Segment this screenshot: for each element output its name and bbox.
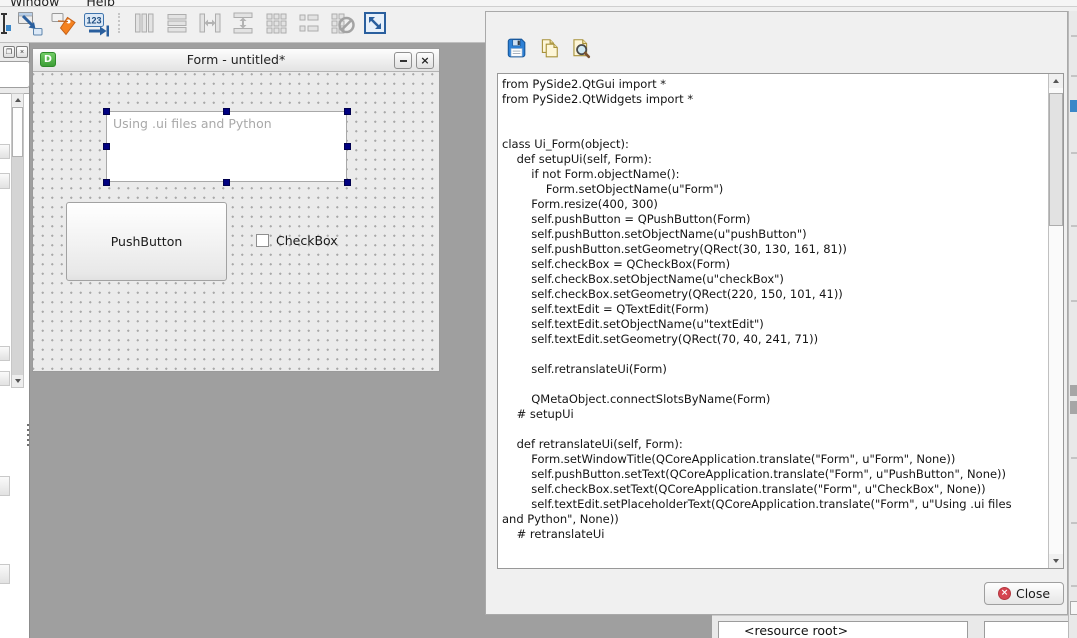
form-editor-window: D Form - untitled* × Using .ui files and… — [32, 48, 440, 372]
save-button[interactable] — [504, 37, 528, 61]
scrollbar-track[interactable] — [12, 157, 23, 376]
edit-buddies-icon — [49, 9, 77, 37]
edit-buddies-button[interactable] — [49, 9, 77, 37]
resource-browser-dock: <resource root> — [712, 615, 1077, 638]
close-icon: × — [998, 587, 1011, 600]
adjust-size-icon — [361, 9, 389, 37]
menu-item-window[interactable]: Window — [10, 0, 59, 7]
code-view[interactable]: from PySide2.QtGui import * from PySide2… — [497, 73, 1064, 569]
menu-bar: Window Help — [0, 0, 1077, 7]
form-canvas[interactable]: Using .ui files and Python PushButton Ch… — [33, 72, 439, 371]
selection-handle-mid-right[interactable] — [344, 143, 351, 150]
save-icon — [505, 37, 527, 59]
edit-signals-slots-button[interactable] — [16, 9, 44, 37]
right-edge-panel — [1068, 11, 1077, 638]
form-window-close-button[interactable]: × — [416, 52, 434, 69]
adjust-size-button[interactable] — [361, 9, 389, 37]
code-scroll-up-button[interactable] — [1049, 74, 1063, 88]
form-window-title: Form - untitled* — [33, 52, 439, 67]
code-scroll-down-button[interactable] — [1049, 554, 1063, 568]
selection-handle-mid-left[interactable] — [103, 143, 110, 150]
resource-root-item[interactable]: <resource root> — [718, 621, 968, 638]
widget-list-item[interactable] — [0, 173, 10, 189]
layout-horizontal-icon — [130, 9, 158, 37]
layout-horizontal-button[interactable] — [130, 9, 158, 37]
selection-handle-bottom-left[interactable] — [103, 179, 110, 186]
checkbox-box — [256, 234, 269, 247]
qt-designer-main-window: Window Help — [0, 0, 1077, 638]
checkbox-label: CheckBox — [276, 233, 338, 248]
edit-tab-order-icon: 123 — [82, 9, 110, 37]
layout-form-icon — [295, 9, 323, 37]
edit-widgets-button[interactable] — [0, 9, 12, 37]
widget-list-item[interactable] — [0, 371, 10, 386]
resource-preview-panel[interactable] — [984, 621, 1077, 638]
edit-tab-order-button[interactable]: 123 — [82, 9, 110, 37]
edit-widgets-icon — [0, 9, 12, 37]
layout-vertical-icon — [163, 9, 191, 37]
find-button[interactable] — [568, 37, 592, 61]
code-text: from PySide2.QtGui import * from PySide2… — [498, 74, 1063, 542]
layout-form-button[interactable] — [295, 9, 323, 37]
minimize-icon — [400, 60, 407, 62]
panel-sliver-box — [1070, 601, 1077, 615]
toolbar-separator — [118, 13, 120, 33]
break-layout-button[interactable] — [328, 9, 356, 37]
code-scrollbar-thumb[interactable] — [1049, 93, 1063, 226]
menu-row: Window Help — [10, 0, 137, 7]
code-preview-dialog: from PySide2.QtGui import * from PySide2… — [485, 11, 1068, 615]
layout-grid-button[interactable] — [262, 9, 290, 37]
widget-list-item[interactable] — [0, 346, 10, 361]
textedit-widget[interactable]: Using .ui files and Python — [106, 111, 347, 182]
selection-handle-top-left[interactable] — [103, 108, 110, 115]
layout-splitter-horizontal-icon — [196, 9, 224, 37]
form-window-titlebar[interactable]: D Form - untitled* × — [33, 49, 439, 72]
scroll-down-button[interactable] — [12, 375, 23, 387]
dock-splitter-handle[interactable] — [27, 424, 30, 446]
selected-row-sliver — [1070, 100, 1077, 112]
layout-splitter-vertical-icon — [229, 9, 257, 37]
dock-float-button[interactable]: ❐ — [3, 46, 15, 58]
widget-category-header[interactable] — [0, 476, 10, 496]
pushbutton-widget[interactable]: PushButton — [66, 202, 227, 281]
layout-splitter-vertical-button[interactable] — [229, 9, 257, 37]
selection-handle-bottom-center[interactable] — [223, 179, 230, 186]
copy-button[interactable] — [537, 37, 561, 61]
checkbox-widget[interactable]: CheckBox — [256, 232, 338, 248]
layout-grid-icon — [262, 9, 290, 37]
widget-box-dock: ❐ × — [0, 43, 30, 638]
close-button[interactable]: × Close — [984, 582, 1064, 605]
selection-handle-top-right[interactable] — [344, 108, 351, 115]
svg-text:123: 123 — [86, 16, 101, 26]
widget-filter-input[interactable] — [0, 61, 30, 88]
resource-root-label: <resource root> — [719, 622, 967, 638]
layout-splitter-horizontal-button[interactable] — [196, 9, 224, 37]
scrollbar-thumb[interactable] — [12, 107, 23, 157]
widget-list-item[interactable] — [0, 144, 10, 159]
selection-handle-bottom-right[interactable] — [344, 179, 351, 186]
find-icon — [569, 37, 591, 59]
textedit-placeholder: Using .ui files and Python — [113, 116, 272, 131]
code-vertical-scrollbar[interactable] — [1048, 74, 1063, 568]
close-button-label: Close — [1016, 586, 1050, 601]
break-layout-icon — [328, 9, 356, 37]
menu-item-help[interactable]: Help — [86, 0, 115, 7]
widget-list-scrollbar[interactable] — [11, 93, 24, 388]
minimize-button[interactable] — [394, 52, 412, 69]
edit-signals-slots-icon — [16, 9, 44, 37]
layout-vertical-button[interactable] — [163, 9, 191, 37]
selection-handle-top-center[interactable] — [223, 108, 230, 115]
copy-icon — [538, 37, 560, 59]
dock-close-button[interactable]: × — [16, 46, 28, 58]
scroll-up-button[interactable] — [12, 94, 23, 106]
widget-category-header[interactable] — [0, 564, 10, 584]
